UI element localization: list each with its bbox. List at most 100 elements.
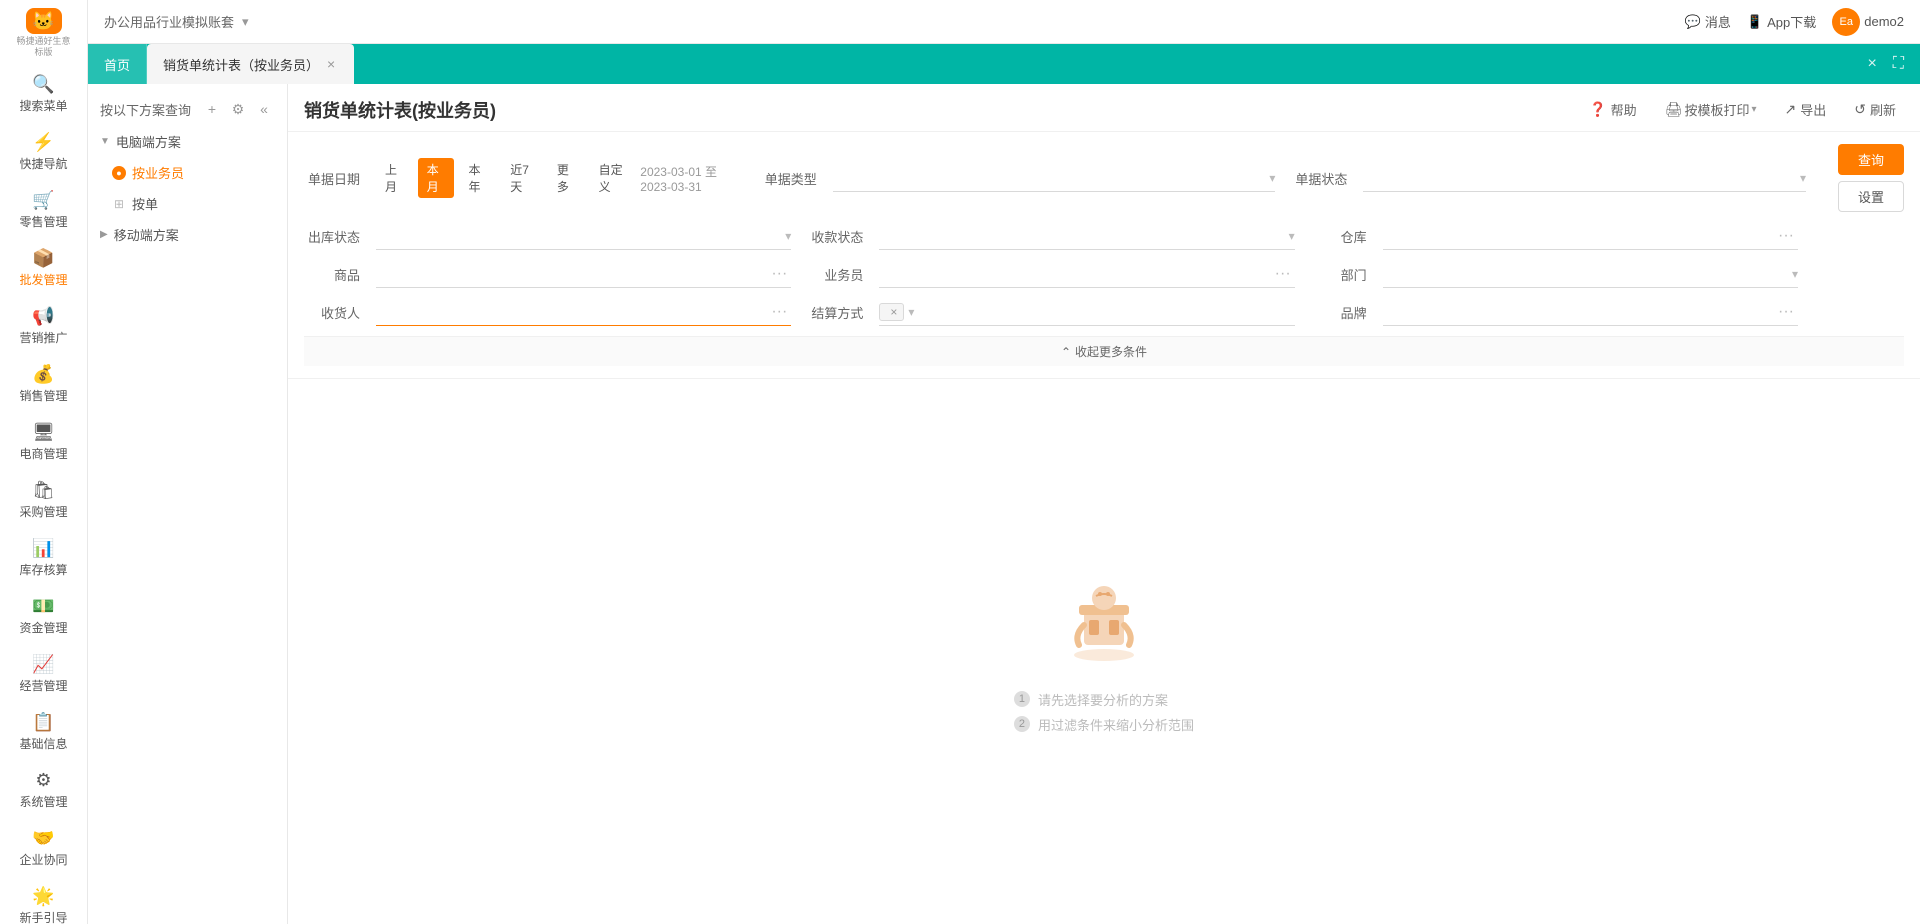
tree-label-mobile: 移动端方案 [114,225,179,244]
date-btn-more[interactable]: 更多 [548,158,584,198]
app-download-button[interactable]: 📱 App下载 [1747,12,1816,31]
help-icon: ❓ [1589,101,1606,118]
tree-item-mobile-group[interactable]: ▶ 移动端方案 [88,219,287,250]
export-button[interactable]: ↗ 导出 [1777,96,1835,123]
marketing-icon: 📢 [8,306,80,327]
date-btn-custom[interactable]: 自定义 [590,158,635,198]
doc-status-control[interactable]: ▾ [1363,164,1806,192]
query-button[interactable]: 查询 [1838,144,1904,175]
stock-status-control[interactable]: ▾ [376,222,791,250]
doc-type-control[interactable]: ▾ [833,164,1276,192]
brand-control[interactable]: ··· [1383,298,1798,326]
sidebar-item-sales[interactable]: 💰 销售管理 [4,356,84,412]
receipt-status-control[interactable]: ▾ [879,222,1294,250]
tree-arrow-mobile: ▶ [100,229,108,240]
sidebar-item-finance[interactable]: 💵 资金管理 [4,588,84,644]
doc-status-label: 单据状态 [1291,169,1347,188]
payment-tag-close[interactable]: × [890,305,897,319]
brand-dots[interactable]: ··· [1774,303,1798,321]
warehouse-dots[interactable]: ··· [1774,227,1798,245]
user-avatar-button[interactable]: Ea demo2 [1832,8,1904,36]
settings-button[interactable]: 设置 [1838,181,1904,212]
dept-control[interactable]: ▾ [1383,260,1798,288]
salesperson-control[interactable]: ··· [879,260,1294,288]
salesperson-dots[interactable]: ··· [1271,265,1295,283]
logo-icon: 🐱 [26,8,62,34]
tab-salesperson-report[interactable]: 销货单统计表（按业务员） × [147,44,354,84]
settings-scheme-button[interactable]: ⚙ [227,98,249,120]
sidebar-item-inventory[interactable]: 📊 库存核算 [4,530,84,586]
operation-icon: 📈 [8,654,80,675]
warehouse-control[interactable]: ··· [1383,222,1798,250]
home-tab-label: 首页 [104,55,130,74]
date-btn-7days[interactable]: 近7天 [501,158,542,198]
collapse-panel-button[interactable]: « [253,98,275,120]
sidebar-item-system[interactable]: ⚙ 系统管理 [4,762,84,818]
main-area: 办公用品行业模拟账套 ▾ 💬 消息 📱 App下载 Ea demo2 首页 [88,0,1920,924]
sidebar-item-ecommerce[interactable]: 🖥 电商管理 [4,414,84,470]
tree-item-bysingle[interactable]: ⊞ 按单 [88,188,287,219]
sidebar-item-wholesale[interactable]: 📦 批发管理 [4,240,84,296]
app-dropdown-icon[interactable]: ▾ [242,14,249,30]
empty-hint-1: 1 请先选择要分析的方案 [1014,690,1168,709]
tree-label-bysingle: 按单 [132,194,158,213]
print-icon: 🖨 [1665,101,1683,118]
tab-close-button[interactable]: × [325,54,337,74]
add-scheme-button[interactable]: + [201,98,223,120]
filter-row-3: 商品 ··· 业务员 ··· 部门 ▾ [304,260,1904,288]
goods-control[interactable]: ··· [376,260,791,288]
date-btn-this-year[interactable]: 本年 [460,158,496,198]
receipt-status-label: 收款状态 [807,227,863,246]
dept-dropdown-icon: ▾ [1792,267,1798,281]
close-tab-button[interactable]: × [1863,51,1880,77]
payment-tag: × [879,303,904,321]
message-button[interactable]: 💬 消息 [1685,12,1731,31]
app-name: 办公用品行业模拟账套 [104,12,234,31]
refresh-button[interactable]: ↺ 刷新 [1846,96,1904,123]
sidebar-item-basic[interactable]: 📋 基础信息 [4,704,84,760]
tree-item-pc-group[interactable]: ▼ 电脑端方案 [88,126,287,157]
collapse-bar[interactable]: ⌃ 收起更多条件 [304,336,1904,366]
hint-num-1: 1 [1014,691,1030,707]
topbar-right: 💬 消息 📱 App下载 Ea demo2 [1685,8,1904,36]
stock-status-dropdown-icon: ▾ [785,229,791,243]
date-label: 单据日期 [304,169,360,188]
fullscreen-button[interactable]: ⛶ [1889,51,1908,77]
consignee-label: 收货人 [304,303,360,322]
empty-illustration [1054,570,1154,670]
sidebar-item-marketing[interactable]: 📢 营销推广 [4,298,84,354]
brand-label: 品牌 [1311,303,1367,322]
date-btn-this-month[interactable]: 本月 [418,158,454,198]
sidebar-item-enterprise[interactable]: 🤝 企业协同 [4,820,84,876]
message-icon: 💬 [1685,14,1701,30]
date-btn-last-month[interactable]: 上月 [376,158,412,198]
sidebar-item-retail[interactable]: 🛒 零售管理 [4,182,84,238]
basic-icon: 📋 [8,712,80,733]
inventory-icon: 📊 [8,538,80,559]
sidebar-item-purchase[interactable]: 🛍 采购管理 [4,472,84,528]
sidebar-item-operation[interactable]: 📈 经营管理 [4,646,84,702]
ecommerce-icon: 🖥 [8,422,80,443]
filter-area: 单据日期 上月 本月 本年 近7天 更多 自定义 2023-03-01 至 20… [288,132,1920,379]
doc-type-dropdown-icon: ▾ [1269,171,1275,185]
consignee-control[interactable]: ··· [376,298,791,326]
date-range-text: 2023-03-01 至 2023-03-31 [640,163,745,194]
consignee-dots[interactable]: ··· [767,303,791,321]
left-panel-title: 按以下方案查询 [100,100,191,119]
purchase-icon: 🛍 [8,480,80,501]
payment-control[interactable]: × ▾ [879,298,1294,326]
goods-label: 商品 [304,265,360,284]
help-button[interactable]: ❓ 帮助 [1581,96,1644,123]
tab-home[interactable]: 首页 [88,44,147,84]
print-button[interactable]: 🖨 按模板打印 ▾ [1657,96,1765,123]
sidebar-item-newbie[interactable]: 🌟 新手引导 [4,878,84,924]
sidebar-item-quicknav[interactable]: ⚡ 快捷导航 [4,124,84,180]
search-icon: 🔍 [8,74,80,95]
sales-icon: 💰 [8,364,80,385]
doc-status-dropdown-icon: ▾ [1800,171,1806,185]
sidebar-item-search[interactable]: 🔍 搜索菜单 [4,66,84,122]
goods-dots[interactable]: ··· [767,265,791,283]
active-tab-label: 销货单统计表（按业务员） [163,55,319,74]
date-filter: 上月 本月 本年 近7天 更多 自定义 2023-03-01 至 2023-03… [376,158,745,198]
tree-item-salesperson[interactable]: ● 按业务员 [88,157,287,188]
